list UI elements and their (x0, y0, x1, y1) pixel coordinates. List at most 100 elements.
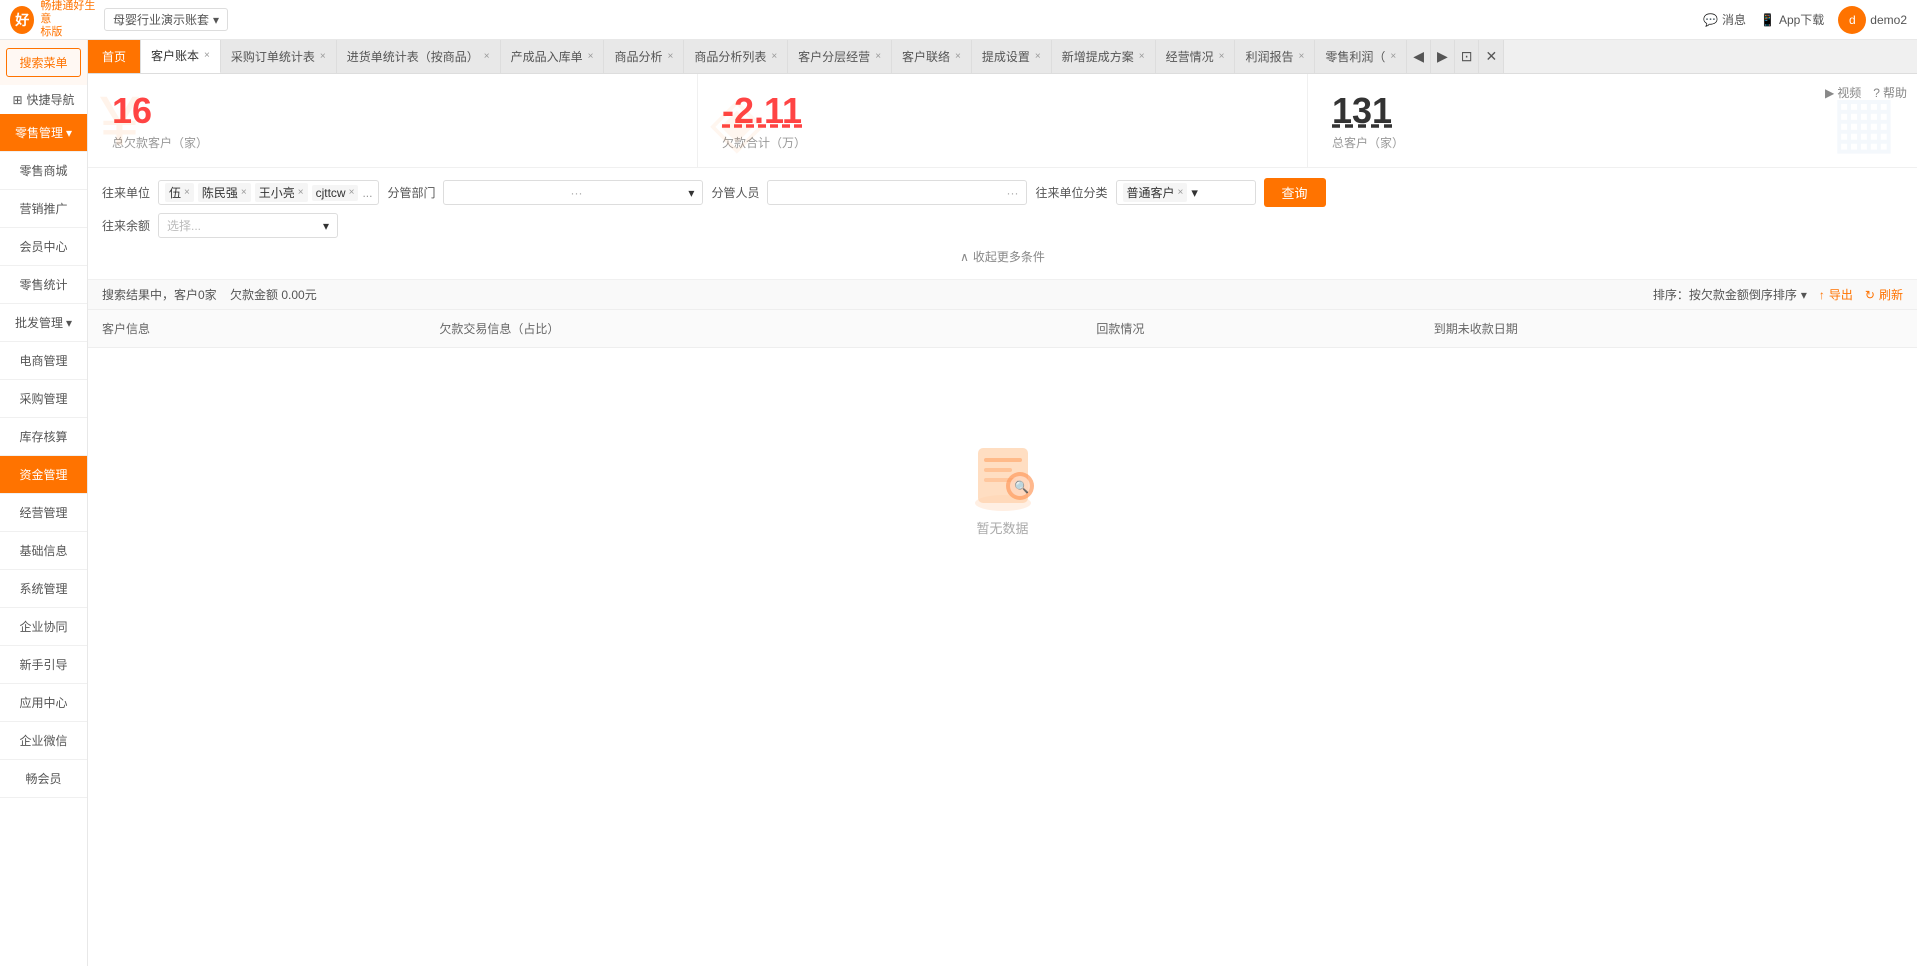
filter-more-tags[interactable]: ... (362, 186, 372, 200)
empty-text: 暂无数据 (976, 518, 1028, 537)
tab-retail-profit[interactable]: 零售利润（ × (1315, 40, 1407, 74)
tab-stock-stat[interactable]: 进货单统计表（按商品） × (337, 40, 501, 74)
sidebar-item-enterprise-coop[interactable]: 企业协同 (0, 608, 87, 646)
tab-business-status[interactable]: 经营情况 × (1156, 40, 1236, 74)
refresh-btn[interactable]: ↻ 刷新 (1865, 286, 1903, 303)
remove-tag-cjttcw[interactable]: × (349, 187, 355, 198)
tab-tips-setting[interactable]: 提成设置 × (972, 40, 1052, 74)
filter-tag-wang[interactable]: 王小亮 × (255, 183, 308, 202)
person-filter-label: 分管人员 (711, 184, 759, 201)
stat-number-customers: 16 (112, 90, 673, 132)
sidebar-item-app-center[interactable]: 应用中心 (0, 684, 87, 722)
balance-select[interactable]: 选择... ▾ (158, 213, 338, 238)
quick-nav-btn[interactable]: ⊞ 快捷导航 (0, 85, 87, 114)
sidebar-item-retail-shop[interactable]: 零售商城 (0, 152, 87, 190)
tab-close-customer-contact[interactable]: × (955, 51, 961, 62)
sidebar-item-ecommerce[interactable]: 电商管理 (0, 342, 87, 380)
sidebar-item-sys-mgmt[interactable]: 系统管理 (0, 570, 87, 608)
stat-number-clients: 131 (1332, 90, 1893, 132)
filter-tag-normal-customer[interactable]: 普通客户 × (1123, 183, 1188, 202)
help-link[interactable]: ? 帮助 (1873, 84, 1907, 101)
remove-tag-wang[interactable]: × (298, 187, 304, 198)
chevron-down-icon: ▾ (213, 13, 219, 27)
tab-close-profit-report[interactable]: × (1298, 51, 1304, 62)
tab-close-purchase-orders[interactable]: × (320, 51, 326, 62)
sidebar-item-retail-stat[interactable]: 零售统计 (0, 266, 87, 304)
unit-class-tag-group[interactable]: 普通客户 × ▾ (1116, 180, 1256, 205)
sidebar-item-marketing[interactable]: 营销推广 (0, 190, 87, 228)
person-select[interactable]: ··· (767, 180, 1027, 205)
sidebar-item-finance-mgmt[interactable]: 资金管理 (0, 456, 87, 494)
play-icon: ▶ (1825, 86, 1834, 100)
tab-goods-analysis[interactable]: 商品分析 × (604, 40, 684, 74)
tab-close-all-btn[interactable]: ✕ (1479, 40, 1504, 74)
sidebar-item-new-guide[interactable]: 新手引导 (0, 646, 87, 684)
svg-text:🔍: 🔍 (1014, 479, 1029, 494)
chevron-down-icon-balance: ▾ (323, 219, 329, 233)
main-layout: 搜索菜单 ⊞ 快捷导航 零售管理 ▾ 零售商城 营销推广 会员中心 零售统计 批… (0, 40, 1917, 966)
filter-collapse-btn[interactable]: ∧ 收起更多条件 (102, 244, 1903, 269)
video-link[interactable]: ▶ 视频 (1825, 84, 1861, 101)
query-btn[interactable]: 查询 (1264, 178, 1326, 207)
remove-tag-normal-customer[interactable]: × (1178, 187, 1184, 198)
person-more-icon: ··· (1006, 186, 1018, 200)
stat-label-debt: 欠款合计（万） (722, 134, 1283, 151)
tab-close-retail-profit[interactable]: × (1390, 51, 1396, 62)
filter-tag-wu[interactable]: 伍 × (165, 183, 194, 202)
chevron-down-icon-class: ▾ (1191, 185, 1198, 201)
tab-more-btn[interactable]: ⊡ (1455, 40, 1480, 74)
question-icon: ? (1873, 86, 1880, 100)
dept-select[interactable]: ··· ▾ (443, 180, 703, 205)
tab-customer-contact[interactable]: 客户联络 × (892, 40, 972, 74)
tab-goods-analysis-list[interactable]: 商品分析列表 × (684, 40, 788, 74)
tab-new-tips-plan[interactable]: 新增提成方案 × (1052, 40, 1156, 74)
app-download-btn[interactable]: 📱 App下载 (1760, 11, 1824, 28)
tab-accounts[interactable]: 客户账本 × (141, 40, 221, 74)
topbar: 好 畅捷通好生意 标版 母婴行业演示账套 ▾ 💬 消息 📱 App下载 d de… (0, 0, 1917, 40)
sidebar-item-enterprise-wechat[interactable]: 企业微信 (0, 722, 87, 760)
sidebar-item-base-info[interactable]: 基础信息 (0, 532, 87, 570)
unit-class-label: 往来单位分类 (1035, 184, 1107, 201)
user-area[interactable]: d demo2 (1838, 6, 1907, 34)
stat-links: ▶ 视频 ? 帮助 (1825, 84, 1907, 101)
sort-select[interactable]: 排序：按欠款金额倒序排序 ▾ (1653, 286, 1807, 303)
sidebar-item-purchase-mgmt[interactable]: 采购管理 (0, 380, 87, 418)
unit-tag-group[interactable]: 伍 × 陈民强 × 王小亮 × cjttcw × (158, 180, 379, 205)
tab-home[interactable]: 首页 (88, 40, 141, 74)
tab-profit-report[interactable]: 利润报告 × (1235, 40, 1315, 74)
sidebar-item-wholesale-mgmt[interactable]: 批发管理 ▾ (0, 304, 87, 342)
tab-bar: 首页 客户账本 × 采购订单统计表 × 进货单统计表（按商品） × 产成品入库单… (88, 40, 1917, 74)
tab-close-customer-layer[interactable]: × (875, 51, 881, 62)
stat-label-clients: 总客户（家） (1332, 134, 1893, 151)
export-btn[interactable]: ↑ 导出 (1819, 286, 1853, 303)
message-btn[interactable]: 💬 消息 (1703, 11, 1746, 28)
search-menu-btn[interactable]: 搜索菜单 (6, 48, 81, 77)
sidebar-item-retail-mgmt[interactable]: 零售管理 ▾ (0, 114, 87, 152)
sidebar-item-operation-mgmt[interactable]: 经营管理 (0, 494, 87, 532)
remove-tag-chen[interactable]: × (241, 187, 247, 198)
message-icon: 💬 (1703, 13, 1718, 27)
tab-close-business-status[interactable]: × (1219, 51, 1225, 62)
org-selector[interactable]: 母婴行业演示账套 ▾ (104, 8, 228, 31)
tab-close-stock-stat[interactable]: × (484, 51, 490, 62)
tab-close-goods-analysis[interactable]: × (667, 51, 673, 62)
tab-purchase-orders[interactable]: 采购订单统计表 × (221, 40, 337, 74)
filter-row-1: 往来单位 伍 × 陈民强 × 王小亮 × (102, 178, 1903, 207)
tab-scroll-left-btn[interactable]: ◀ (1407, 40, 1431, 74)
tab-close-goods-analysis-list[interactable]: × (771, 51, 777, 62)
filter-tag-chen[interactable]: 陈民强 × (198, 183, 251, 202)
remove-tag-wu[interactable]: × (184, 187, 190, 198)
sidebar-item-vip-member[interactable]: 畅会员 (0, 760, 87, 798)
filter-tag-cjttcw[interactable]: cjttcw × (312, 185, 359, 201)
empty-state: 🔍 暂无数据 (88, 348, 1917, 617)
tab-production[interactable]: 产成品入库单 × (501, 40, 605, 74)
tab-scroll-right-btn[interactable]: ▶ (1431, 40, 1455, 74)
tab-close-production[interactable]: × (588, 51, 594, 62)
sidebar: 搜索菜单 ⊞ 快捷导航 零售管理 ▾ 零售商城 营销推广 会员中心 零售统计 批… (0, 40, 88, 966)
sidebar-item-member-center[interactable]: 会员中心 (0, 228, 87, 266)
tab-close-tips-setting[interactable]: × (1035, 51, 1041, 62)
tab-close-accounts[interactable]: × (204, 50, 210, 61)
sidebar-item-inventory[interactable]: 库存核算 (0, 418, 87, 456)
tab-close-new-tips-plan[interactable]: × (1139, 51, 1145, 62)
tab-customer-layer[interactable]: 客户分层经营 × (788, 40, 892, 74)
